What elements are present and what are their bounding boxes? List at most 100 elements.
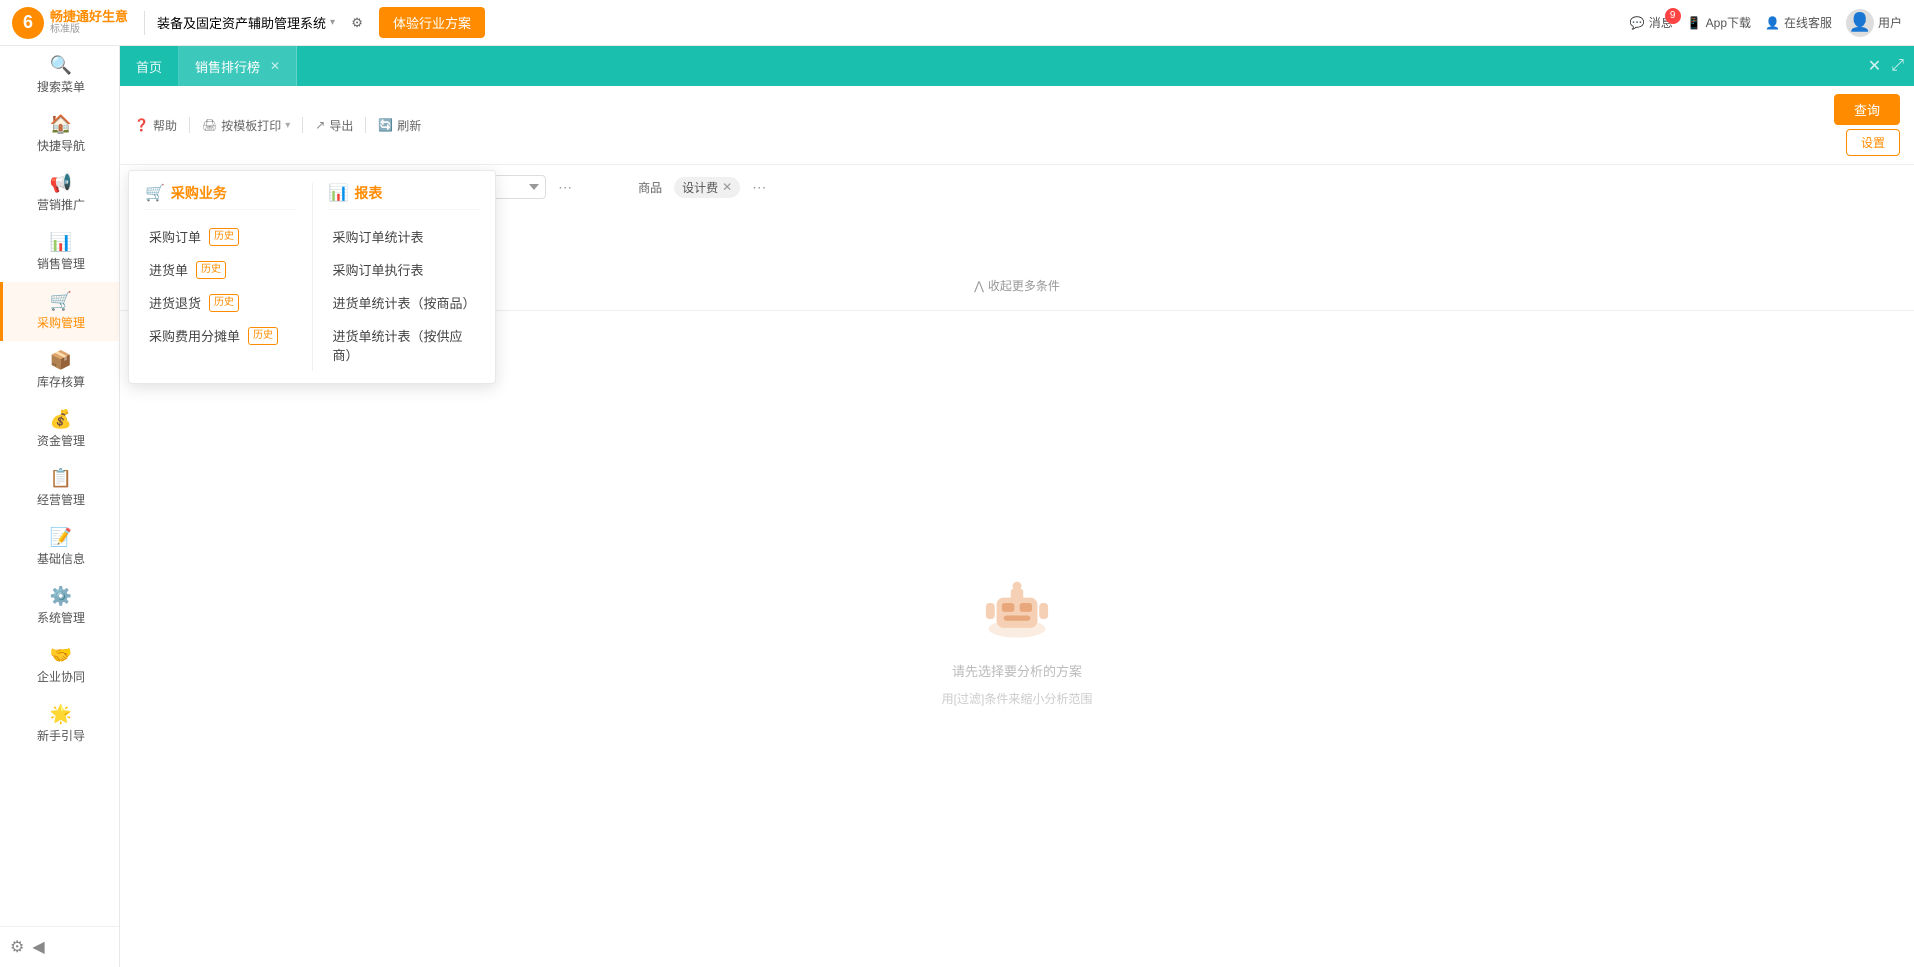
inbound-by-supplier-item[interactable]: 进货单统计表（按供应商） bbox=[329, 319, 480, 371]
sidebar-item-marketing[interactable]: 📢 营销推广 bbox=[0, 164, 119, 223]
sales-icon: 📊 bbox=[50, 233, 72, 251]
inbound-by-supplier-label: 进货单统计表（按供应商） bbox=[333, 326, 476, 364]
tab-close-icon[interactable]: ✕ bbox=[270, 59, 280, 73]
sidebar-item-system[interactable]: ⚙️ 系统管理 bbox=[0, 577, 119, 636]
po-exec-label: 采购订单执行表 bbox=[333, 260, 424, 279]
search-icon: 🔍 bbox=[50, 56, 72, 74]
sidebar-item-guide[interactable]: 🌟 新手引导 bbox=[0, 695, 119, 754]
sidebar-item-collab[interactable]: 🤝 企业协同 bbox=[0, 636, 119, 695]
system-icon: ⚙️ bbox=[50, 587, 72, 605]
help-button[interactable]: ❓ 帮助 bbox=[134, 117, 177, 134]
purchase-expense-item[interactable]: 采购费用分摊单 历史 bbox=[145, 319, 296, 352]
topbar-divider bbox=[144, 11, 145, 35]
topbar-right: 💬 消息 9 📱 App下载 👤 在线客服 👤 用户 bbox=[1630, 9, 1902, 37]
system-title-dropdown[interactable]: 装备及固定资产辅助管理系统 ▾ bbox=[157, 13, 335, 32]
tab-close-all-icon[interactable]: ✕ bbox=[1868, 56, 1881, 76]
toolbar-sep-3 bbox=[365, 117, 366, 133]
sidebar-label-guide: 新手引导 bbox=[37, 727, 85, 744]
inbound-return-label: 进货退货 bbox=[149, 293, 201, 312]
user-avatar[interactable]: 👤 用户 bbox=[1846, 9, 1902, 37]
sidebar-label-search: 搜索菜单 bbox=[37, 78, 85, 95]
user-label: 用户 bbox=[1878, 14, 1902, 31]
doc-status-more-icon[interactable]: ⋯ bbox=[558, 179, 574, 196]
refresh-button[interactable]: 🔄 刷新 bbox=[378, 117, 421, 134]
system-title: 装备及固定资产辅助管理系统 bbox=[157, 13, 326, 32]
sidebar-settings-icon[interactable]: ⚙ bbox=[10, 937, 24, 957]
print-icon: 🖨 bbox=[202, 118, 217, 132]
report-section-title: 📊 报表 bbox=[329, 183, 480, 210]
app-download-button[interactable]: 📱 App下载 bbox=[1687, 14, 1751, 31]
print-button[interactable]: 🖨 按模板打印 ▾ bbox=[202, 117, 290, 134]
export-icon: ↗ bbox=[315, 118, 325, 132]
sidebar-item-operation[interactable]: 📋 经营管理 bbox=[0, 459, 119, 518]
dropdown-arrow-icon: ▾ bbox=[330, 17, 335, 28]
logo: 6 畅捷通好生意 标准版 bbox=[12, 7, 132, 39]
toolbar-sep-2 bbox=[302, 117, 303, 133]
topbar: 6 畅捷通好生意 标准版 装备及固定资产辅助管理系统 ▾ ⚙ 体验行业方案 💬 … bbox=[0, 0, 1914, 46]
sidebar-label-purchase: 采购管理 bbox=[37, 314, 85, 331]
po-stats-item[interactable]: 采购订单统计表 bbox=[329, 220, 480, 253]
online-service-button[interactable]: 👤 在线客服 bbox=[1765, 14, 1832, 31]
goods-tag-text: 设计费 bbox=[682, 179, 718, 196]
purchase-col: 🛒 采购业务 采购订单 历史 进货单 历史 进货退货 历史 采购费用分摊单 历史 bbox=[129, 183, 312, 371]
sidebar-label-sales: 销售管理 bbox=[37, 255, 85, 272]
service-icon: 👤 bbox=[1765, 16, 1780, 30]
inbound-return-hist-badge: 历史 bbox=[209, 294, 239, 312]
settings-button[interactable]: 设置 bbox=[1846, 129, 1900, 156]
sidebar-item-finance[interactable]: 💰 资金管理 bbox=[0, 400, 119, 459]
message-icon: 💬 bbox=[1630, 16, 1645, 30]
inbound-label: 进货单 bbox=[149, 260, 188, 279]
sidebar-item-inventory[interactable]: 📦 库存核算 bbox=[0, 341, 119, 400]
po-exec-item[interactable]: 采购订单执行表 bbox=[329, 253, 480, 286]
inbound-by-goods-label: 进货单统计表（按商品） bbox=[333, 293, 476, 312]
basic-icon: 📝 bbox=[50, 528, 72, 546]
sidebar-bottom: ⚙ ◀ bbox=[0, 926, 119, 967]
online-service-label: 在线客服 bbox=[1784, 14, 1832, 31]
purchase-order-label: 采购订单 bbox=[149, 227, 201, 246]
tab-home-label: 首页 bbox=[136, 57, 162, 76]
purchase-order-hist-badge: 历史 bbox=[209, 228, 239, 246]
print-label: 按模板打印 bbox=[221, 117, 281, 134]
inbound-item[interactable]: 进货单 历史 bbox=[145, 253, 296, 286]
app-download-label: App下载 bbox=[1706, 14, 1751, 31]
empty-hint1: 请先选择要分析的方案 bbox=[952, 661, 1082, 680]
print-dropdown-icon[interactable]: ▾ bbox=[285, 120, 290, 131]
tab-sales-rank[interactable]: 销售排行榜 ✕ bbox=[179, 46, 297, 86]
operation-icon: 📋 bbox=[50, 469, 72, 487]
tab-sales-rank-label: 销售排行榜 bbox=[195, 57, 260, 76]
sidebar-item-basic[interactable]: 📝 基础信息 bbox=[0, 518, 119, 577]
message-button[interactable]: 💬 消息 9 bbox=[1630, 14, 1673, 31]
sidebar-item-search[interactable]: 🔍 搜索菜单 bbox=[0, 46, 119, 105]
guide-icon: 🌟 bbox=[50, 705, 72, 723]
help-icon: ❓ bbox=[134, 118, 149, 132]
toolbar-sep-1 bbox=[189, 117, 190, 133]
inbound-return-item[interactable]: 进货退货 历史 bbox=[145, 286, 296, 319]
export-button[interactable]: ↗ 导出 bbox=[315, 117, 353, 134]
sidebar-item-purchase[interactable]: 🛒 采购管理 bbox=[0, 282, 119, 341]
sidebar-collapse-icon[interactable]: ◀ bbox=[32, 937, 44, 957]
industry-button[interactable]: 体验行业方案 bbox=[379, 7, 485, 38]
sidebar-item-nav[interactable]: 🏠 快捷导航 bbox=[0, 105, 119, 164]
home-icon: 🏠 bbox=[50, 115, 72, 133]
goods-more-icon[interactable]: ⋯ bbox=[752, 179, 768, 196]
report-section-label: 报表 bbox=[354, 183, 382, 203]
avatar-icon: 👤 bbox=[1846, 9, 1874, 37]
purchase-order-item[interactable]: 采购订单 历史 bbox=[145, 220, 296, 253]
sidebar-label-basic: 基础信息 bbox=[37, 550, 85, 567]
logo-main: 畅捷通好生意 bbox=[50, 9, 128, 25]
finance-icon: 💰 bbox=[50, 410, 72, 428]
query-button[interactable]: 查询 bbox=[1834, 94, 1900, 125]
empty-hint2: 用[过滤]条件来缩小分析范围 bbox=[942, 690, 1093, 707]
sidebar-label-finance: 资金管理 bbox=[37, 432, 85, 449]
purchase-section-title: 🛒 采购业务 bbox=[145, 183, 296, 210]
inbound-by-goods-item[interactable]: 进货单统计表（按商品） bbox=[329, 286, 480, 319]
sidebar-item-sales[interactable]: 📊 销售管理 bbox=[0, 223, 119, 282]
goods-tag-close-icon[interactable]: ✕ bbox=[722, 180, 732, 194]
empty-robot-image bbox=[977, 571, 1057, 651]
tab-home[interactable]: 首页 bbox=[120, 46, 179, 86]
sidebar-label-system: 系统管理 bbox=[37, 609, 85, 626]
goods-tag: 设计费 ✕ bbox=[674, 177, 740, 198]
settings-icon[interactable]: ⚙ bbox=[343, 9, 371, 37]
logo-text: 畅捷通好生意 标准版 bbox=[50, 9, 128, 37]
tab-maximize-icon[interactable]: ⤢ bbox=[1891, 57, 1904, 75]
